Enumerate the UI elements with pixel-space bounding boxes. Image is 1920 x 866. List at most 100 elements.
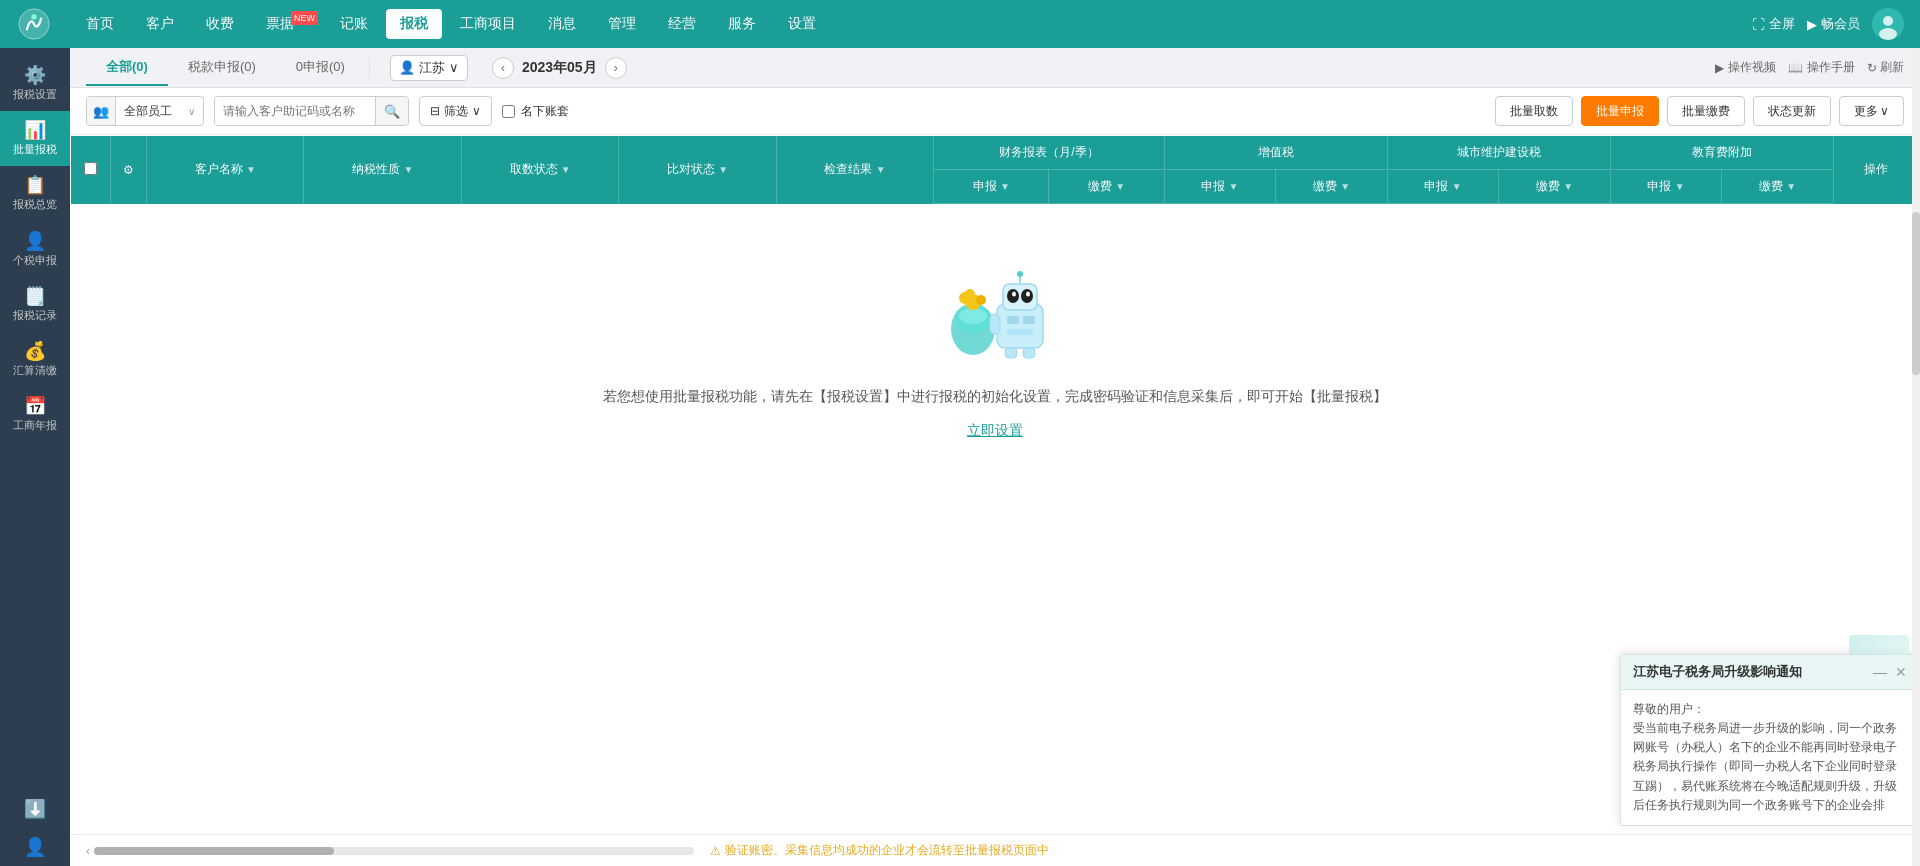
nav-accounting[interactable]: 记账	[326, 9, 382, 39]
region-text: 江苏	[419, 59, 445, 77]
warning-icon: ⚠	[710, 844, 721, 858]
tab-all[interactable]: 全部(0)	[86, 50, 168, 86]
toolbar-right-buttons: 批量取数 批量申报 批量缴费 状态更新 更多 ∨	[1495, 96, 1904, 126]
date-prev-button[interactable]: ‹	[492, 57, 514, 79]
sidebar-item-tax-overview[interactable]: 📋 报税总览	[0, 166, 70, 221]
svg-rect-22	[1023, 316, 1035, 324]
notification-close-button[interactable]: ✕	[1895, 664, 1907, 680]
search-box: 🔍	[214, 96, 409, 126]
user-profile-icon: 👤	[24, 838, 46, 856]
scrollbar-thumb	[94, 847, 334, 855]
nav-settings[interactable]: 设置	[774, 9, 830, 39]
employee-select[interactable]: 👥 全部员工 ∨	[86, 96, 204, 126]
th-vat: 增值税	[1164, 136, 1387, 170]
region-select[interactable]: 👤 江苏 ∨	[390, 55, 468, 81]
svg-rect-25	[1023, 348, 1035, 358]
app-logo[interactable]	[16, 6, 52, 42]
sidebar-item-batch-tax[interactable]: 📊 批量报税	[0, 111, 70, 166]
tab-zero-declare[interactable]: 0申报(0)	[276, 50, 365, 86]
manual-icon: 📖	[1788, 61, 1803, 75]
horizontal-scrollbar[interactable]	[94, 847, 694, 855]
account-checkbox-label[interactable]: 名下账套	[502, 103, 569, 120]
status-update-button[interactable]: 状态更新	[1753, 96, 1831, 126]
tab-bar: 全部(0) 税款申报(0) 0申报(0) 👤 江苏 ∨ ‹ 2023年05月 ›…	[70, 48, 1920, 88]
right-scrollbar-thumb	[1912, 212, 1920, 376]
right-scrollbar[interactable]	[1912, 48, 1920, 866]
nav-billing[interactable]: 收费	[192, 9, 248, 39]
notification-header: 江苏电子税务局升级影响通知 — ✕	[1621, 655, 1919, 690]
notification-minimize-button[interactable]: —	[1873, 664, 1887, 680]
sidebar-label-tax-overview: 报税总览	[13, 198, 57, 211]
svg-point-10	[976, 295, 986, 305]
svg-point-1	[31, 14, 36, 19]
th-city-pay: 缴费 ▼	[1499, 170, 1611, 204]
nav-home[interactable]: 首页	[72, 9, 128, 39]
search-icon: 🔍	[384, 104, 400, 119]
th-fr-pay: 缴费 ▼	[1049, 170, 1164, 204]
svg-point-7	[959, 308, 987, 324]
search-input[interactable]	[215, 97, 375, 125]
member-button[interactable]: ▶ 畅会员	[1807, 15, 1860, 33]
th-operation: 操作	[1833, 136, 1919, 204]
nav-messages[interactable]: 消息	[534, 9, 590, 39]
fullscreen-button[interactable]: ⛶ 全屏	[1752, 15, 1795, 33]
sidebar-item-download[interactable]: ⬇️	[0, 790, 70, 828]
filter-icon: ⊟	[430, 104, 440, 118]
tab-bar-actions: ▶ 操作视频 📖 操作手册 ↻ 刷新	[1715, 59, 1904, 76]
robot-illustration	[935, 264, 1055, 364]
refresh-icon: ↻	[1867, 61, 1877, 75]
filter-button[interactable]: ⊟ 筛选 ∨	[419, 96, 492, 126]
batch-tax-icon: 📊	[24, 121, 46, 139]
svg-point-4	[1879, 28, 1897, 40]
nav-customers[interactable]: 客户	[132, 9, 188, 39]
nav-operations[interactable]: 经营	[654, 9, 710, 39]
refresh-button[interactable]: ↻ 刷新	[1867, 59, 1904, 76]
nav-management[interactable]: 管理	[594, 9, 650, 39]
batch-declare-button[interactable]: 批量申报	[1581, 96, 1659, 126]
th-city-declare: 申报 ▼	[1387, 170, 1499, 204]
sidebar-label-batch-tax: 批量报税	[13, 143, 57, 156]
svg-point-16	[1012, 292, 1016, 297]
bottom-bar: ‹ ⚠ 验证账密、采集信息均成功的企业才会流转至批量报税页面中	[70, 834, 1920, 866]
reconciliation-icon: 💰	[24, 342, 46, 360]
sidebar-label-reconciliation: 汇算清缴	[13, 364, 57, 377]
scroll-left-icon[interactable]: ‹	[86, 844, 90, 858]
sidebar-item-reconciliation[interactable]: 💰 汇算清缴	[0, 332, 70, 387]
panel-decoration	[1849, 635, 1909, 655]
more-button[interactable]: 更多 ∨	[1839, 96, 1904, 126]
sidebar-label-tax-records: 报税记录	[13, 309, 57, 322]
user-avatar[interactable]	[1872, 8, 1904, 40]
batch-pay-button[interactable]: 批量缴费	[1667, 96, 1745, 126]
th-edu-declare: 申报 ▼	[1610, 170, 1722, 204]
account-checkbox[interactable]	[502, 105, 515, 118]
nav-invoices[interactable]: 票据 NEW	[252, 9, 322, 39]
notification-title: 江苏电子税务局升级影响通知	[1633, 663, 1802, 681]
sidebar-item-tax-records[interactable]: 🗒️ 报税记录	[0, 277, 70, 332]
tax-settings-icon: ⚙️	[24, 66, 46, 84]
nav-tax[interactable]: 报税	[386, 9, 442, 39]
sidebar-item-tax-settings[interactable]: ⚙️ 报税设置	[0, 56, 70, 111]
select-all-checkbox[interactable]	[84, 162, 97, 175]
tab-tax-declare[interactable]: 税款申报(0)	[168, 50, 276, 86]
svg-rect-24	[1005, 348, 1017, 358]
nav-business[interactable]: 工商项目	[446, 9, 530, 39]
manual-link[interactable]: 📖 操作手册	[1788, 59, 1855, 76]
nav-services[interactable]: 服务	[714, 9, 770, 39]
video-link[interactable]: ▶ 操作视频	[1715, 59, 1776, 76]
sidebar-item-user-profile[interactable]: 👤	[0, 828, 70, 866]
svg-point-3	[1883, 16, 1893, 26]
th-check-result: 检查结果 ▼	[776, 136, 933, 204]
employee-chevron-icon: ∨	[180, 106, 203, 117]
invoice-badge: NEW	[291, 11, 318, 25]
sidebar-item-personal-tax[interactable]: 👤 个税申报	[0, 222, 70, 277]
gear-icon[interactable]: ⚙	[123, 163, 134, 177]
batch-fetch-button[interactable]: 批量取数	[1495, 96, 1573, 126]
date-next-button[interactable]: ›	[605, 57, 627, 79]
setup-link[interactable]: 立即设置	[967, 422, 1023, 440]
sidebar-item-annual-report[interactable]: 📅 工商年报	[0, 387, 70, 442]
search-button[interactable]: 🔍	[375, 97, 408, 125]
svg-point-17	[1026, 292, 1030, 297]
notification-panel: 江苏电子税务局升级影响通知 — ✕ 尊敬的用户：受当前电子税务局进一步升级的影响…	[1620, 654, 1920, 826]
personal-tax-icon: 👤	[24, 232, 46, 250]
svg-point-19	[1017, 271, 1023, 277]
